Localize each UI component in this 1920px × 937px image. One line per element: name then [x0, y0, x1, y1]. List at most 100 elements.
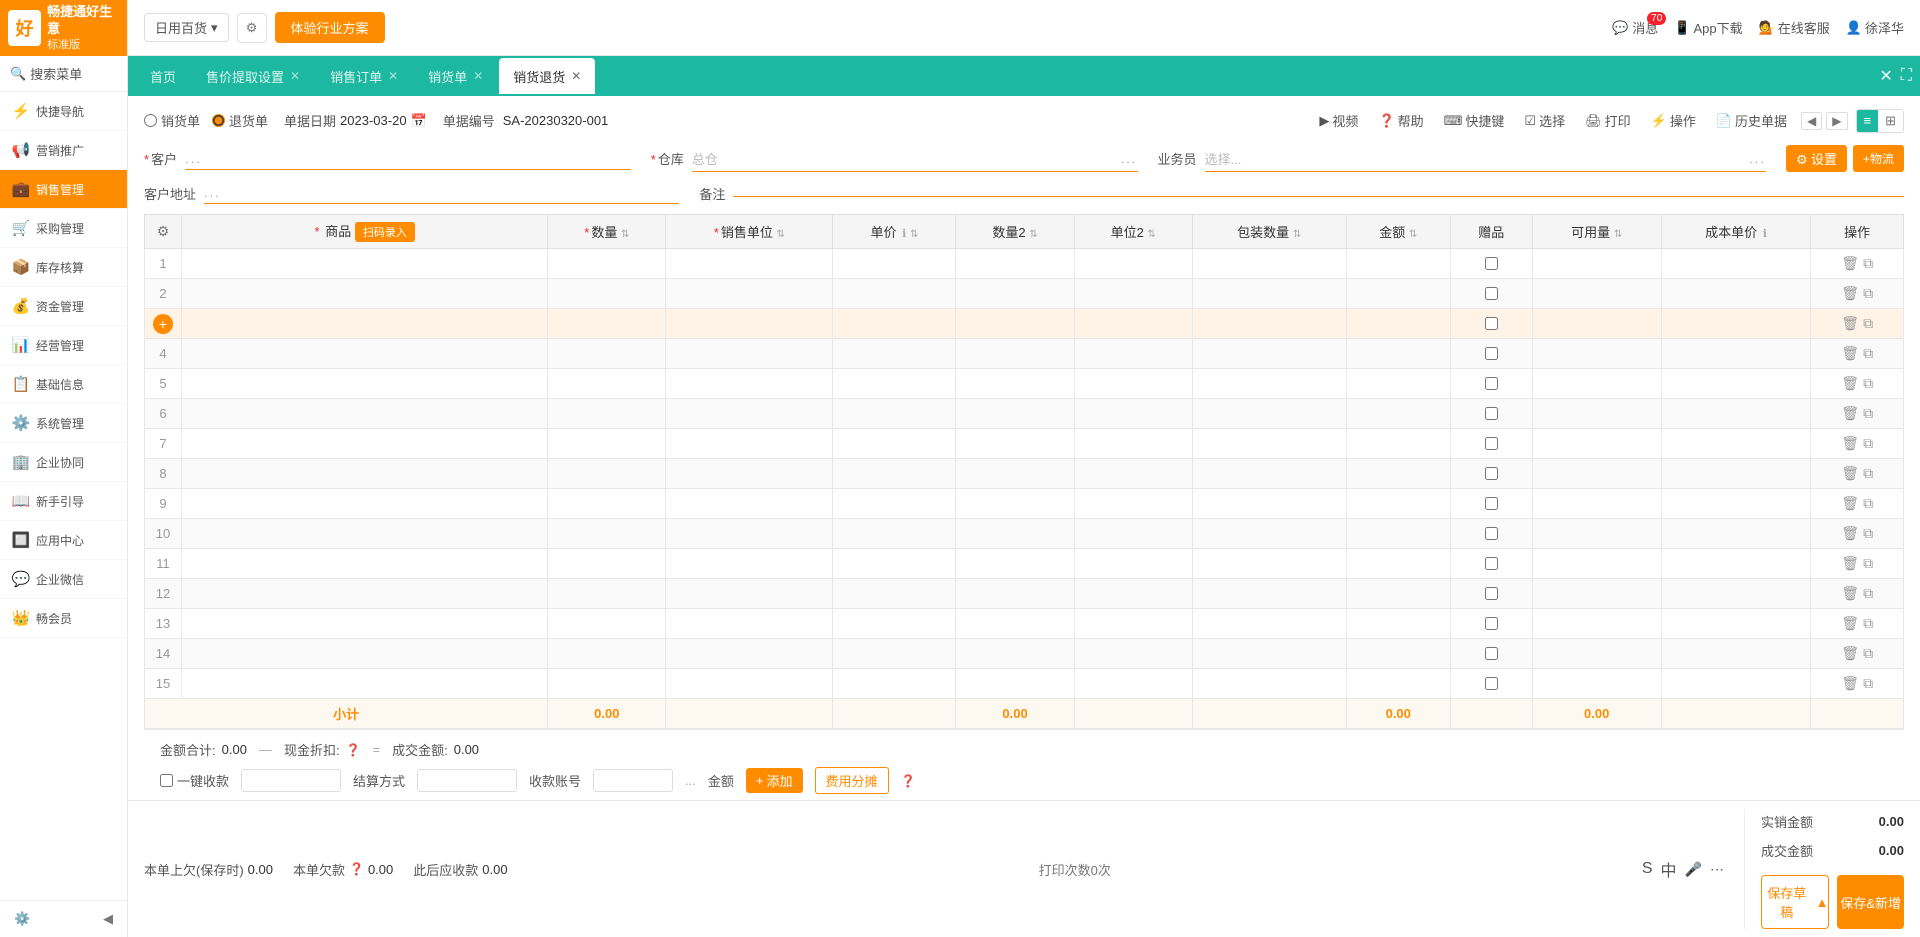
quantity-cell-7[interactable]	[548, 429, 666, 459]
amount-cell-3[interactable]	[1346, 309, 1450, 339]
print-btn[interactable]: 🖨 打印	[1579, 108, 1637, 133]
copy-btn-2[interactable]: ⧉	[1863, 285, 1873, 302]
pack-qty-cell-11[interactable]	[1192, 549, 1346, 579]
more-icon[interactable]: ⋯	[1710, 861, 1724, 878]
copy-btn-6[interactable]: ⧉	[1863, 405, 1873, 422]
tab-home[interactable]: 首页	[136, 58, 190, 94]
quantity-cell-12[interactable]	[548, 579, 666, 609]
warehouse-input[interactable]: 总仓 ...	[692, 146, 1138, 172]
sales-unit-cell-6[interactable]	[666, 399, 833, 429]
product-cell-15[interactable]	[182, 669, 548, 699]
unit-price-cell-10[interactable]	[833, 519, 956, 549]
quantity-cell-4[interactable]	[548, 339, 666, 369]
logistics-btn[interactable]: +物流	[1853, 145, 1904, 172]
debt-help-icon[interactable]: ❓	[349, 862, 364, 876]
close-window-icon[interactable]: ✕	[1879, 66, 1892, 86]
unit-price-cell-3[interactable]	[833, 309, 956, 339]
sales-unit-cell-9[interactable]	[666, 489, 833, 519]
quantity-cell-11[interactable]	[548, 549, 666, 579]
product-cell-8[interactable]	[182, 459, 548, 489]
shortcut-btn[interactable]: ⌨ 快捷键	[1438, 108, 1511, 133]
gift-checkbox-1[interactable]	[1485, 257, 1498, 270]
sales-unit-cell-7[interactable]	[666, 429, 833, 459]
tab-sales-order[interactable]: 销售订单 ✕	[316, 58, 412, 94]
delete-btn-11[interactable]: 🗑	[1841, 555, 1859, 572]
select-btn[interactable]: ☑ 选择	[1518, 108, 1571, 133]
zhong-icon[interactable]: 中	[1661, 857, 1677, 881]
collapse-icon[interactable]: ◀	[103, 911, 113, 927]
sidebar-item-system[interactable]: ⚙️ 系统管理	[0, 404, 127, 443]
gift-checkbox-13[interactable]	[1485, 617, 1498, 630]
copy-btn-5[interactable]: ⧉	[1863, 375, 1873, 392]
product-cell-7[interactable]	[182, 429, 548, 459]
product-cell-13[interactable]	[182, 609, 548, 639]
amount-cell-4[interactable]	[1346, 339, 1450, 369]
amount-cell-5[interactable]	[1346, 369, 1450, 399]
online-service[interactable]: 💁 在线客服	[1759, 18, 1830, 37]
doc-date-value[interactable]: 2023-03-20	[340, 113, 407, 128]
copy-btn-14[interactable]: ⧉	[1863, 645, 1873, 662]
copy-btn-3[interactable]: ⧉	[1863, 315, 1873, 332]
delete-btn-9[interactable]: 🗑	[1841, 495, 1859, 512]
sidebar-item-apps[interactable]: 🔲 应用中心	[0, 521, 127, 560]
quantity-cell-9[interactable]	[548, 489, 666, 519]
quantity2-cell-13[interactable]	[956, 609, 1074, 639]
pack-qty-cell-13[interactable]	[1192, 609, 1346, 639]
sidebar-search[interactable]: 🔍 搜索菜单	[0, 56, 127, 92]
tab-close-price-settings[interactable]: ✕	[290, 69, 300, 83]
pack-qty-cell-5[interactable]	[1192, 369, 1346, 399]
quantity2-cell-2[interactable]	[956, 279, 1074, 309]
sales-unit-cell-13[interactable]	[666, 609, 833, 639]
amount-cell-8[interactable]	[1346, 459, 1450, 489]
gift-checkbox-15[interactable]	[1485, 677, 1498, 690]
unit-price-cell-7[interactable]	[833, 429, 956, 459]
quantity-cell-14[interactable]	[548, 639, 666, 669]
unit2-cell-12[interactable]	[1074, 579, 1192, 609]
quantity2-cell-1[interactable]	[956, 249, 1074, 279]
save-new-btn[interactable]: 保存&新增	[1837, 875, 1904, 929]
quantity-cell-8[interactable]	[548, 459, 666, 489]
expense-split-btn[interactable]: 费用分摊	[815, 767, 889, 794]
discount-help-icon[interactable]: ❓	[346, 743, 361, 757]
amount-cell-1[interactable]	[1346, 249, 1450, 279]
unit2-cell-7[interactable]	[1074, 429, 1192, 459]
product-cell-5[interactable]	[182, 369, 548, 399]
delete-btn-12[interactable]: 🗑	[1841, 585, 1859, 602]
product-input-active[interactable]	[190, 316, 539, 331]
pack-qty-cell-9[interactable]	[1192, 489, 1346, 519]
quantity2-cell-3[interactable]	[956, 309, 1074, 339]
settings-btn[interactable]: ⚙ 设置	[1786, 145, 1847, 172]
copy-btn-12[interactable]: ⧉	[1863, 585, 1873, 602]
quantity2-cell-5[interactable]	[956, 369, 1074, 399]
copy-btn-10[interactable]: ⧉	[1863, 525, 1873, 542]
copy-btn-9[interactable]: ⧉	[1863, 495, 1873, 512]
maximize-icon[interactable]: ⛶	[1901, 67, 1912, 85]
unit2-cell-6[interactable]	[1074, 399, 1192, 429]
sidebar-item-finance[interactable]: 💰 资金管理	[0, 287, 127, 326]
pack-qty-cell-3[interactable]	[1192, 309, 1346, 339]
tab-close-sales-order[interactable]: ✕	[388, 69, 398, 83]
payment-account-input[interactable]	[417, 769, 517, 792]
amount-cell-2[interactable]	[1346, 279, 1450, 309]
mic-icon[interactable]: 🎤	[1685, 861, 1702, 878]
quantity-cell-5[interactable]	[548, 369, 666, 399]
video-btn[interactable]: ▶ 视频	[1313, 108, 1364, 133]
unit-price-cell-15[interactable]	[833, 669, 956, 699]
salesperson-input[interactable]: 选择... ...	[1205, 146, 1766, 172]
amount-cell-12[interactable]	[1346, 579, 1450, 609]
sidebar-item-guide[interactable]: 📖 新手引导	[0, 482, 127, 521]
amount-cell-14[interactable]	[1346, 639, 1450, 669]
unit2-cell-5[interactable]	[1074, 369, 1192, 399]
quantity-cell-1[interactable]	[548, 249, 666, 279]
topbar-settings-icon[interactable]: ⚙	[237, 13, 267, 43]
quantity2-cell-14[interactable]	[956, 639, 1074, 669]
list-view-btn[interactable]: ≡	[1857, 110, 1879, 132]
quantity-cell-15[interactable]	[548, 669, 666, 699]
sidebar-item-purchase[interactable]: 🛒 采购管理	[0, 209, 127, 248]
product-cell-6[interactable]	[182, 399, 548, 429]
gift-checkbox-7[interactable]	[1485, 437, 1498, 450]
sales-unit-cell-8[interactable]	[666, 459, 833, 489]
sales-unit-cell-12[interactable]	[666, 579, 833, 609]
copy-btn-8[interactable]: ⧉	[1863, 465, 1873, 482]
unit2-cell-13[interactable]	[1074, 609, 1192, 639]
